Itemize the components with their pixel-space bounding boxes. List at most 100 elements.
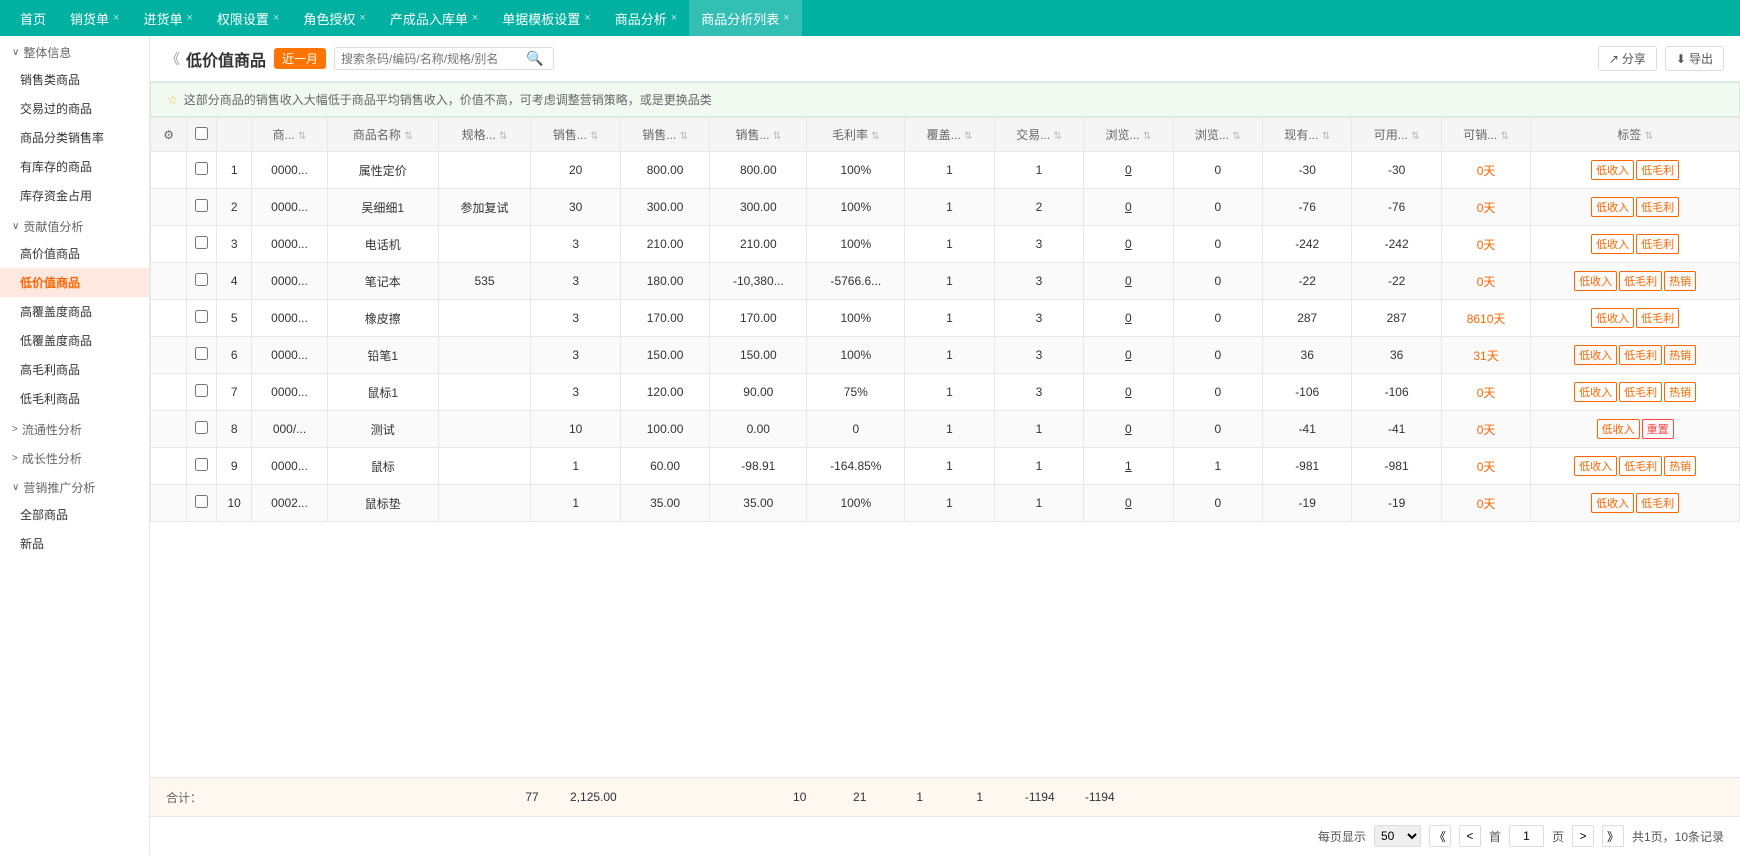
nav-close-analysis[interactable]: × <box>671 12 677 24</box>
search-input[interactable] <box>341 52 526 66</box>
row-checkbox-cell[interactable] <box>187 300 217 337</box>
data-table-wrapper[interactable]: ⚙ 商... ⇅ 商品名称 ⇅ 规格... ⇅ 销售... ⇅ 销售... ⇅ … <box>150 117 1740 777</box>
sidebar-item-stock-capital[interactable]: 库存资金占用 <box>0 181 149 210</box>
row-settings-btn[interactable] <box>151 152 187 189</box>
per-page-select[interactable]: 50 20 100 <box>1374 825 1421 847</box>
col-sale2[interactable]: 销售... ⇅ <box>620 118 709 152</box>
filter-recent-month-btn[interactable]: 近一月 <box>274 48 326 69</box>
col-sale3[interactable]: 销售... ⇅ <box>710 118 807 152</box>
sidebar-item-stock-goods[interactable]: 有库存的商品 <box>0 152 149 181</box>
row-settings-btn[interactable] <box>151 337 187 374</box>
share-button[interactable]: ↗ 分享 <box>1598 46 1657 71</box>
nav-close-role[interactable]: × <box>359 12 365 24</box>
row-checkbox[interactable] <box>195 495 208 508</box>
row-settings-btn[interactable] <box>151 263 187 300</box>
col-browse1[interactable]: 浏览... ⇅ <box>1084 118 1173 152</box>
col-spec[interactable]: 规格... ⇅ <box>438 118 531 152</box>
sidebar-item-traded-goods[interactable]: 交易过的商品 <box>0 94 149 123</box>
row-browse1[interactable]: 0 <box>1084 226 1173 263</box>
page-number-input[interactable] <box>1509 825 1544 847</box>
row-checkbox[interactable] <box>195 347 208 360</box>
col-current[interactable]: 现有... ⇅ <box>1263 118 1352 152</box>
row-checkbox[interactable] <box>195 162 208 175</box>
col-sellable[interactable]: 可销... ⇅ <box>1441 118 1530 152</box>
row-browse1[interactable]: 0 <box>1084 300 1173 337</box>
sidebar-item-sales-goods[interactable]: 销售类商品 <box>0 65 149 94</box>
nav-stock-in[interactable]: 产成品入库单 × <box>378 0 490 36</box>
first-page-btn[interactable]: 《 <box>1429 825 1451 847</box>
sidebar-item-low-coverage[interactable]: 低覆盖度商品 <box>0 326 149 355</box>
col-name[interactable]: 商品名称 ⇅ <box>327 118 438 152</box>
col-sale1[interactable]: 销售... ⇅ <box>531 118 620 152</box>
row-checkbox[interactable] <box>195 199 208 212</box>
row-settings-btn[interactable] <box>151 189 187 226</box>
row-checkbox[interactable] <box>195 421 208 434</box>
row-browse1[interactable]: 0 <box>1084 411 1173 448</box>
nav-purchase[interactable]: 进货单 × <box>131 0 204 36</box>
row-checkbox-cell[interactable] <box>187 411 217 448</box>
col-code[interactable]: 商... ⇅ <box>252 118 328 152</box>
nav-analysis-list[interactable]: 商品分析列表 × <box>689 0 801 36</box>
nav-close-sales[interactable]: × <box>113 12 119 24</box>
search-icon[interactable]: 🔍 <box>526 50 543 67</box>
row-checkbox[interactable] <box>195 310 208 323</box>
sidebar-collapse-btn[interactable]: 《 <box>166 49 180 69</box>
nav-permission[interactable]: 权限设置 × <box>205 0 291 36</box>
row-settings-btn[interactable] <box>151 374 187 411</box>
sidebar-group-flow-title[interactable]: > 流通性分析 <box>0 413 149 442</box>
row-checkbox[interactable] <box>195 273 208 286</box>
sidebar-item-high-coverage[interactable]: 高覆盖度商品 <box>0 297 149 326</box>
nav-role[interactable]: 角色授权 × <box>291 0 377 36</box>
col-trade[interactable]: 交易... ⇅ <box>994 118 1083 152</box>
col-coverage[interactable]: 覆盖... ⇅ <box>905 118 994 152</box>
row-checkbox[interactable] <box>195 384 208 397</box>
row-browse1[interactable]: 1 <box>1084 448 1173 485</box>
row-checkbox[interactable] <box>195 458 208 471</box>
col-margin[interactable]: 毛利率 ⇅ <box>807 118 905 152</box>
row-settings-btn[interactable] <box>151 226 187 263</box>
sidebar-item-high-margin[interactable]: 高毛利商品 <box>0 355 149 384</box>
sidebar-group-growth-title[interactable]: > 成长性分析 <box>0 442 149 471</box>
sidebar-item-new-goods[interactable]: 新品 <box>0 529 149 558</box>
nav-home[interactable]: 首页 <box>8 0 58 36</box>
col-checkbox-all[interactable] <box>187 118 217 152</box>
sidebar-item-all-goods[interactable]: 全部商品 <box>0 500 149 529</box>
row-checkbox-cell[interactable] <box>187 337 217 374</box>
nav-close-permission[interactable]: × <box>273 12 279 24</box>
next-page-btn[interactable]: > <box>1572 825 1594 847</box>
select-all-checkbox[interactable] <box>195 127 208 140</box>
row-settings-btn[interactable] <box>151 300 187 337</box>
nav-close-analysis-list[interactable]: × <box>783 12 789 24</box>
row-checkbox-cell[interactable] <box>187 374 217 411</box>
sidebar-item-high-value[interactable]: 高价值商品 <box>0 239 149 268</box>
row-checkbox-cell[interactable] <box>187 263 217 300</box>
col-browse2[interactable]: 浏览... ⇅ <box>1173 118 1262 152</box>
row-settings-btn[interactable] <box>151 411 187 448</box>
row-checkbox-cell[interactable] <box>187 152 217 189</box>
sidebar-item-low-margin[interactable]: 低毛利商品 <box>0 384 149 413</box>
row-checkbox-cell[interactable] <box>187 189 217 226</box>
nav-analysis[interactable]: 商品分析 × <box>603 0 689 36</box>
nav-close-template[interactable]: × <box>584 12 590 24</box>
last-page-btn[interactable]: 》 <box>1602 825 1624 847</box>
sidebar-group-overall-title[interactable]: ∨ 整体信息 <box>0 36 149 65</box>
nav-close-stock-in[interactable]: × <box>472 12 478 24</box>
export-button[interactable]: ⬇ 导出 <box>1665 46 1724 71</box>
nav-template[interactable]: 单据模板设置 × <box>490 0 602 36</box>
row-browse1[interactable]: 0 <box>1084 374 1173 411</box>
row-settings-btn[interactable] <box>151 448 187 485</box>
sidebar-group-marketing-title[interactable]: ∨ 营销推广分析 <box>0 471 149 500</box>
col-settings[interactable]: ⚙ <box>151 118 187 152</box>
row-browse1[interactable]: 0 <box>1084 337 1173 374</box>
row-browse1[interactable]: 0 <box>1084 485 1173 522</box>
row-browse1[interactable]: 0 <box>1084 263 1173 300</box>
sidebar-item-low-value[interactable]: 低价值商品 <box>0 268 149 297</box>
row-browse1[interactable]: 0 <box>1084 189 1173 226</box>
prev-page-btn[interactable]: < <box>1459 825 1481 847</box>
row-checkbox-cell[interactable] <box>187 448 217 485</box>
sidebar-group-contribution-title[interactable]: ∨ 贡献值分析 <box>0 210 149 239</box>
sidebar-item-category-rate[interactable]: 商品分类销售率 <box>0 123 149 152</box>
col-tags[interactable]: 标签 ⇅ <box>1531 118 1740 152</box>
nav-sales[interactable]: 销货单 × <box>58 0 131 36</box>
col-available[interactable]: 可用... ⇅ <box>1352 118 1441 152</box>
